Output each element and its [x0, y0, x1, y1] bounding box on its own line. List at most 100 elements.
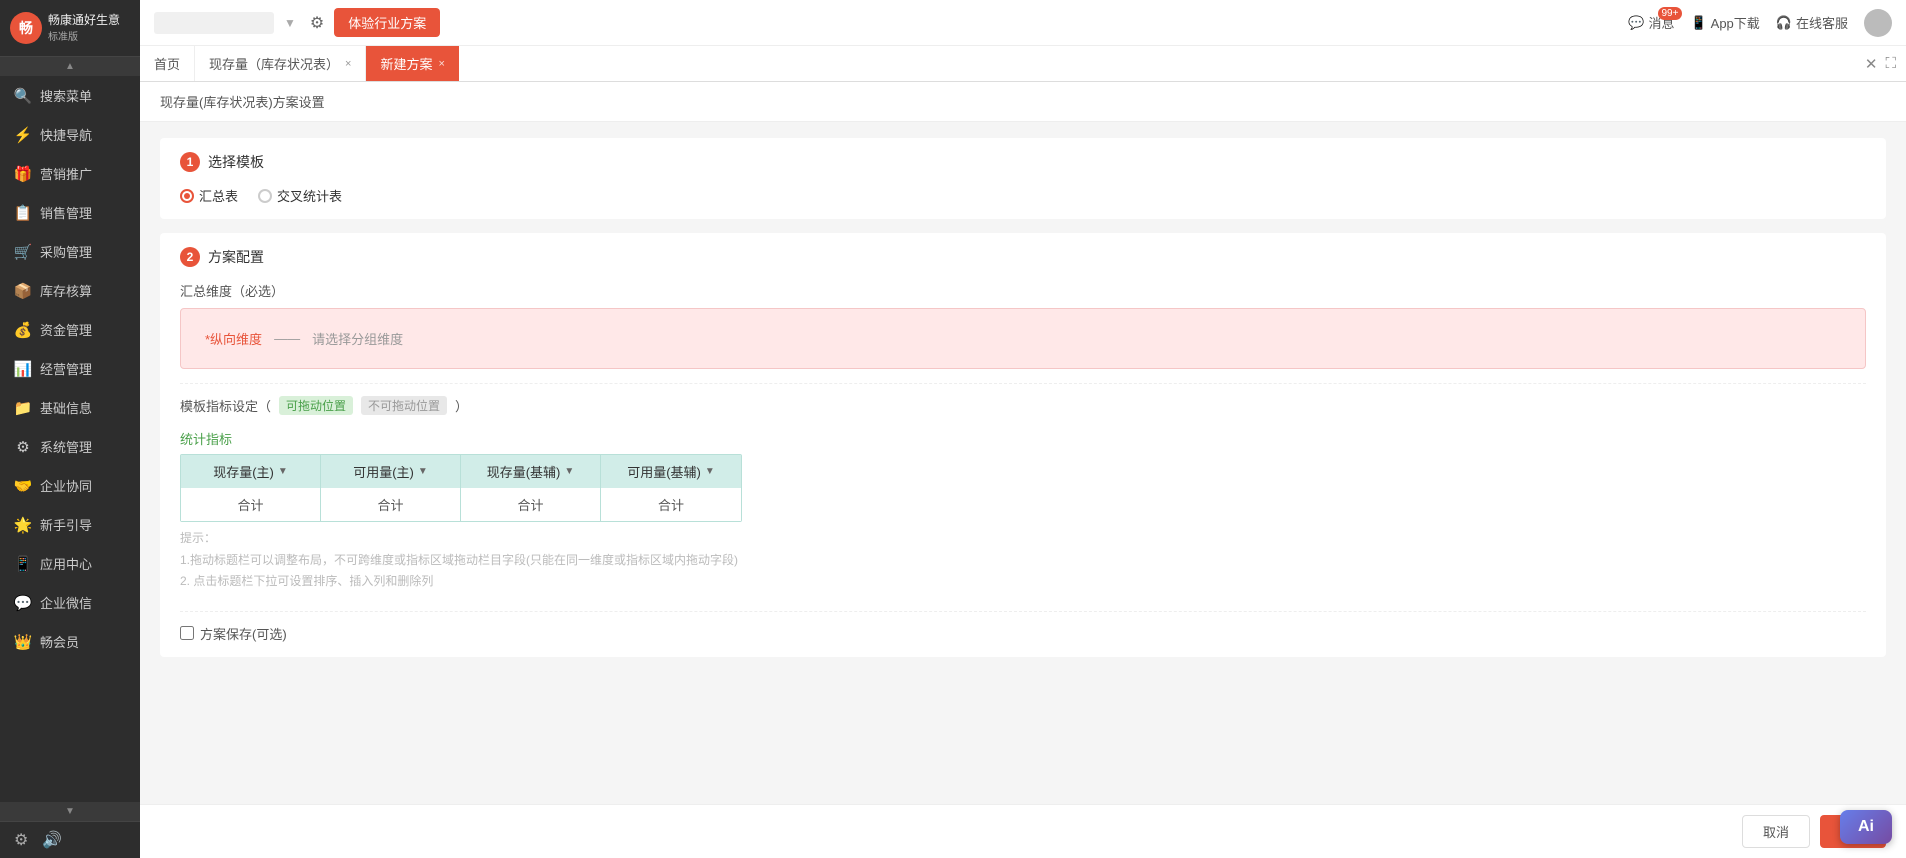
gear-icon[interactable]: ⚙: [310, 13, 324, 33]
header-label-1: 可用量(主): [353, 462, 414, 481]
step1-title: 选择模板: [208, 152, 264, 172]
save-checkbox[interactable]: [180, 626, 194, 640]
experience-button[interactable]: 体验行业方案: [334, 8, 440, 37]
close-panel-icon[interactable]: ✕: [1865, 55, 1878, 73]
sidebar-item-label: 应用中心: [40, 554, 92, 573]
dim-arrow: ——: [274, 331, 300, 346]
sidebar-item-system[interactable]: ⚙ 系统管理: [0, 427, 140, 466]
headset-icon: 🎧: [1776, 15, 1792, 31]
radio-cross-circle: [258, 189, 272, 203]
tabs-actions: ✕ ⛶: [1865, 55, 1906, 73]
tips-area: 提示： 1.拖动标题栏可以调整布局，不可跨维度或指标区域拖动栏目字段(只能在同一…: [180, 522, 1866, 599]
sidebar-item-label: 企业微信: [40, 593, 92, 612]
indicator-label-text: 模板指标设定（: [180, 396, 271, 415]
header-label-3: 可用量(基辅): [627, 462, 701, 481]
app-logo-icon: 畅: [10, 12, 42, 44]
wechat-icon: 💬: [14, 594, 32, 612]
step2-title: 方案配置: [208, 247, 264, 267]
sidebar-item-members[interactable]: 👑 畅会员: [0, 622, 140, 661]
tab-inventory-close[interactable]: ×: [345, 58, 351, 70]
sidebar-item-label: 快捷导航: [40, 125, 92, 144]
user-avatar[interactable]: [1864, 9, 1892, 37]
header-cell-3[interactable]: 可用量(基辅) ▼: [601, 455, 741, 488]
sidebar-item-newbie[interactable]: 🌟 新手引导: [0, 505, 140, 544]
sidebar-item-operations[interactable]: 📊 经营管理: [0, 349, 140, 388]
settings-icon[interactable]: ⚙: [14, 830, 28, 850]
tab-new-scheme[interactable]: 新建方案 ×: [366, 46, 458, 81]
expand-icon[interactable]: ⛶: [1885, 55, 1896, 72]
sidebar-item-label: 搜索菜单: [40, 86, 92, 105]
msg-badge: 99+: [1658, 7, 1683, 20]
volume-icon[interactable]: 🔊: [42, 830, 62, 850]
inventory-icon: 📦: [14, 282, 32, 300]
sidebar-scroll-up[interactable]: ▲: [0, 57, 140, 76]
operations-icon: 📊: [14, 360, 32, 378]
sidebar-item-label: 新手引导: [40, 515, 92, 534]
sidebar-item-finance[interactable]: 💰 资金管理: [0, 310, 140, 349]
sidebar-item-search[interactable]: 🔍 搜索菜单: [0, 76, 140, 115]
sidebar-item-enterprise[interactable]: 🤝 企业协同: [0, 466, 140, 505]
app-download-button[interactable]: 📱 App下载: [1690, 13, 1759, 32]
header-dropdown-2[interactable]: ▼: [564, 466, 574, 477]
header-cell-0[interactable]: 现存量(主) ▼: [181, 455, 321, 488]
save-area: 方案保存(可选): [180, 624, 1866, 643]
sidebar-item-basic[interactable]: 📁 基础信息: [0, 388, 140, 427]
tab-inventory[interactable]: 现存量（库存状况表） ×: [195, 46, 366, 81]
step2-header: 2 方案配置: [180, 247, 1866, 267]
tab-new-scheme-close[interactable]: ×: [438, 58, 444, 70]
sidebar-item-apps[interactable]: 📱 应用中心: [0, 544, 140, 583]
radio-cross-label: 交叉统计表: [277, 186, 342, 205]
app-label: App下载: [1711, 13, 1760, 32]
sidebar-item-wechat[interactable]: 💬 企业微信: [0, 583, 140, 622]
tabs-bar: 首页 现存量（库存状况表） × 新建方案 × ✕ ⛶: [140, 46, 1906, 82]
step2-number: 2: [180, 247, 200, 267]
sidebar-item-label: 营销推广: [40, 164, 92, 183]
search-input[interactable]: [154, 12, 274, 34]
indicator-settings-label: 模板指标设定（ 可拖动位置 不可拖动位置 ）: [180, 396, 1866, 415]
apps-icon: 📱: [14, 555, 32, 573]
cancel-button[interactable]: 取消: [1742, 815, 1810, 848]
tip-1: 1.拖动标题栏可以调整布局，不可跨维度或指标区域拖动栏目字段(只能在同一维度或指…: [180, 550, 1866, 572]
radio-summary[interactable]: 汇总表: [180, 186, 238, 205]
body-cell-0-0: 合计: [181, 488, 321, 521]
topbar-right: 💬 消息 99+ 📱 App下载 🎧 在线客服: [1628, 9, 1892, 37]
form-area: 1 选择模板 汇总表 交叉统计表 2: [140, 122, 1906, 687]
sidebar-item-inventory[interactable]: 📦 库存核算: [0, 271, 140, 310]
indicator-suffix: ）: [455, 396, 468, 415]
sidebar-nav: 🔍 搜索菜单 ⚡ 快捷导航 🎁 营销推广 📋 销售管理 🛒 采购管理 📦 库存核…: [0, 76, 140, 802]
sidebar-scroll-down[interactable]: ▼: [0, 802, 140, 821]
sidebar-item-purchase[interactable]: 🛒 采购管理: [0, 232, 140, 271]
system-icon: ⚙: [14, 438, 32, 456]
body-cell-0-1: 合计: [321, 488, 461, 521]
stats-table-header: 现存量(主) ▼ 可用量(主) ▼ 现存量(基辅) ▼ 可用量(基辅): [181, 455, 741, 488]
sidebar: 畅 畅康通好生意 标准版 ▲ 🔍 搜索菜单 ⚡ 快捷导航 🎁 营销推广 📋 销售…: [0, 0, 140, 858]
sales-icon: 📋: [14, 204, 32, 222]
dimension-label: 汇总维度（必选）: [180, 281, 1866, 300]
header-cell-2[interactable]: 现存量(基辅) ▼: [461, 455, 601, 488]
quick-nav-icon: ⚡: [14, 126, 32, 144]
header-cell-1[interactable]: 可用量(主) ▼: [321, 455, 461, 488]
sidebar-item-label: 基础信息: [40, 398, 92, 417]
non-draggable-tag: 不可拖动位置: [361, 396, 447, 415]
radio-cross[interactable]: 交叉统计表: [258, 186, 342, 205]
sidebar-item-sales[interactable]: 📋 销售管理: [0, 193, 140, 232]
dimension-area[interactable]: *纵向维度 —— 请选择分组维度: [180, 308, 1866, 369]
header-dropdown-3[interactable]: ▼: [705, 466, 715, 477]
step1-block: 1 选择模板 汇总表 交叉统计表: [160, 138, 1886, 219]
service-label: 在线客服: [1796, 13, 1848, 32]
msg-button[interactable]: 💬 消息 99+: [1628, 13, 1674, 32]
stats-table-body: 合计 合计 合计 合计: [181, 488, 741, 521]
divider1: [180, 383, 1866, 384]
sidebar-item-quick-nav[interactable]: ⚡ 快捷导航: [0, 115, 140, 154]
ai-button[interactable]: Ai: [1840, 810, 1892, 844]
online-service-button[interactable]: 🎧 在线客服: [1776, 13, 1848, 32]
sidebar-item-label: 系统管理: [40, 437, 92, 456]
header-label-0: 现存量(主): [213, 462, 274, 481]
page-header: 现存量(库存状况表)方案设置: [140, 82, 1906, 122]
search-dropdown-icon[interactable]: ▼: [284, 16, 296, 30]
tab-home[interactable]: 首页: [140, 46, 195, 81]
sidebar-item-marketing[interactable]: 🎁 营销推广: [0, 154, 140, 193]
header-dropdown-0[interactable]: ▼: [278, 466, 288, 477]
body-cell-0-3: 合计: [601, 488, 741, 521]
header-dropdown-1[interactable]: ▼: [418, 466, 428, 477]
